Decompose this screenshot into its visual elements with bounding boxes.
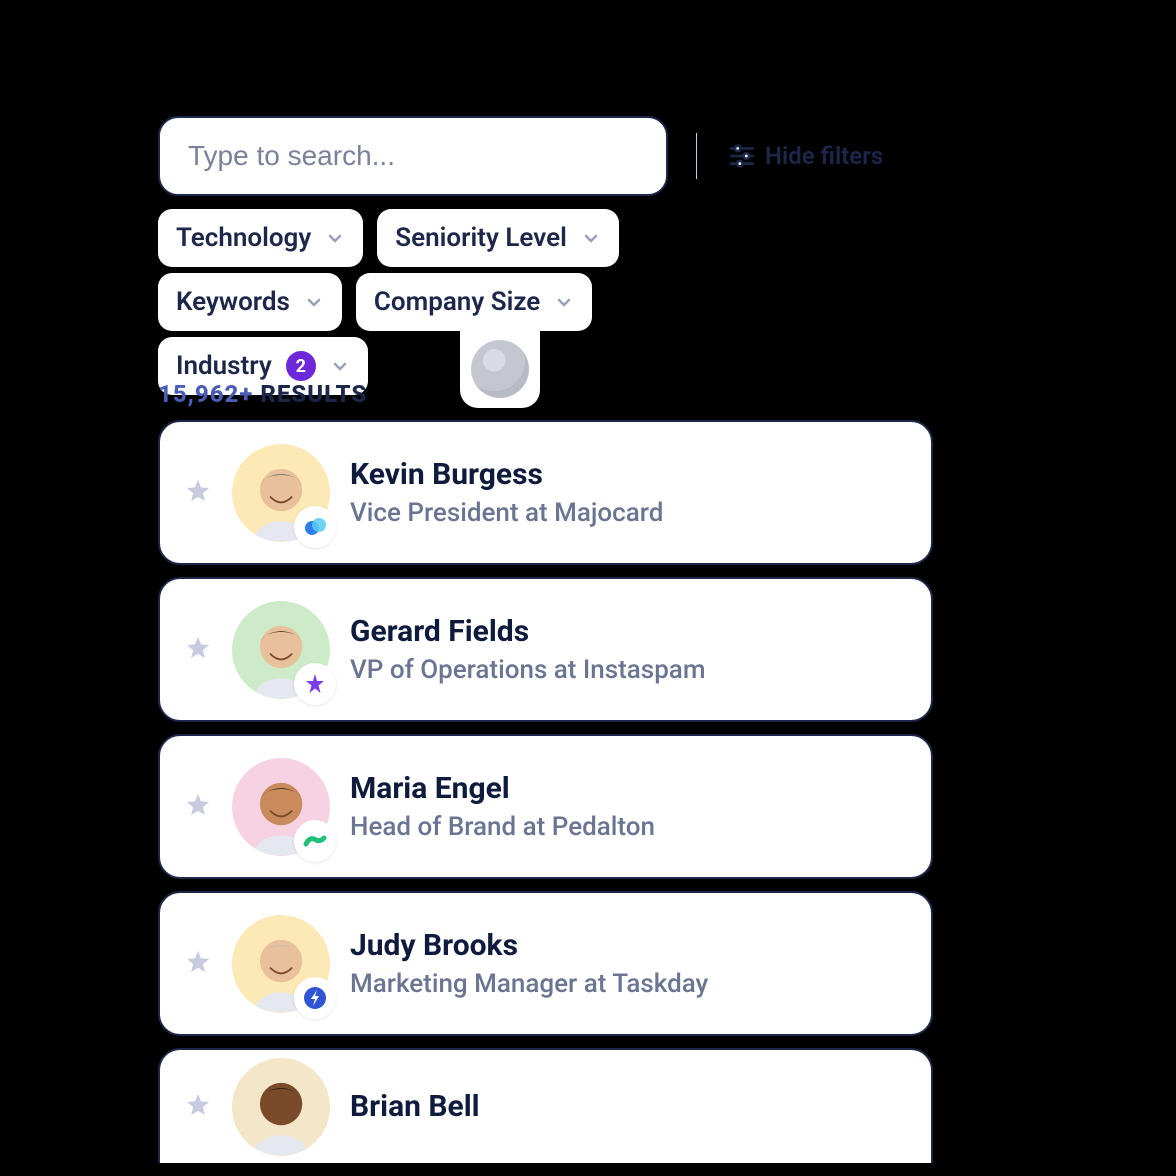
result-card[interactable]: Brian Bell: [158, 1048, 933, 1163]
search-input[interactable]: [158, 116, 668, 196]
search-row: Hide filters: [158, 116, 883, 196]
hide-filters-label: Hide filters: [765, 142, 883, 170]
person-illustration: [237, 1067, 325, 1155]
filter-label: Technology: [176, 223, 311, 253]
chevron-down-icon: [581, 228, 601, 248]
favorite-button[interactable]: [184, 791, 212, 823]
result-card[interactable]: Maria Engel Head of Brand at Pedalton: [158, 734, 933, 879]
favorite-star-icon: [184, 948, 212, 976]
result-name: Brian Bell: [350, 1089, 480, 1124]
result-name: Gerard Fields: [350, 614, 705, 649]
filter-label: Seniority Level: [395, 223, 567, 253]
favorite-star-icon: [184, 634, 212, 662]
favorite-star-icon: [184, 477, 212, 505]
result-info: Brian Bell: [350, 1089, 480, 1124]
result-card[interactable]: Kevin Burgess Vice President at Majocard: [158, 420, 933, 565]
favorite-star-icon: [184, 1091, 212, 1119]
filter-chip[interactable]: Company Size: [356, 273, 592, 331]
filter-chip[interactable]: Seniority Level: [377, 209, 619, 267]
chevron-down-icon: [325, 228, 345, 248]
result-title: VP of Operations at Instaspam: [350, 655, 705, 685]
result-title: Head of Brand at Pedalton: [350, 812, 655, 842]
filter-label: Keywords: [176, 287, 290, 317]
avatar: [232, 915, 330, 1013]
avatar: [232, 1058, 330, 1156]
hide-filters-button[interactable]: Hide filters: [729, 142, 883, 170]
result-info: Judy Brooks Marketing Manager at Taskday: [350, 928, 708, 999]
filter-label: Industry: [176, 351, 272, 381]
result-info: Gerard Fields VP of Operations at Instas…: [350, 614, 705, 685]
results-list: Kevin Burgess Vice President at Majocard…: [158, 420, 933, 1163]
result-card[interactable]: Gerard Fields VP of Operations at Instas…: [158, 577, 933, 722]
result-info: Kevin Burgess Vice President at Majocard: [350, 457, 663, 528]
results-count-number: 15,962+: [158, 380, 253, 408]
divider: [696, 133, 697, 179]
avatar: [232, 758, 330, 856]
result-name: Maria Engel: [350, 771, 655, 806]
avatar-badge-icon: [294, 977, 336, 1019]
filter-icon: [729, 144, 755, 168]
results-count: 15,962+ RESULTS: [158, 380, 367, 408]
decorative-circle: [471, 340, 529, 398]
favorite-button[interactable]: [184, 948, 212, 980]
avatar: [232, 444, 330, 542]
chevron-down-icon: [330, 356, 350, 376]
result-name: Judy Brooks: [350, 928, 708, 963]
favorite-button[interactable]: [184, 1091, 212, 1123]
results-count-label: RESULTS: [260, 380, 367, 408]
result-name: Kevin Burgess: [350, 457, 663, 492]
filter-badge: 2: [286, 351, 316, 381]
favorite-button[interactable]: [184, 477, 212, 509]
favorite-button[interactable]: [184, 634, 212, 666]
result-title: Vice President at Majocard: [350, 498, 663, 528]
filter-chip[interactable]: Technology: [158, 209, 363, 267]
avatar-badge-icon: [294, 663, 336, 705]
chevron-down-icon: [554, 292, 574, 312]
favorite-star-icon: [184, 791, 212, 819]
result-title: Marketing Manager at Taskday: [350, 969, 708, 999]
result-info: Maria Engel Head of Brand at Pedalton: [350, 771, 655, 842]
filter-chip[interactable]: Keywords: [158, 273, 342, 331]
avatar: [232, 601, 330, 699]
avatar-badge-icon: [294, 506, 336, 548]
result-card[interactable]: Judy Brooks Marketing Manager at Taskday: [158, 891, 933, 1036]
chevron-down-icon: [304, 292, 324, 312]
avatar-badge-icon: [294, 820, 336, 862]
app-canvas: Hide filters Technology Seniority Level Ke…: [0, 0, 1176, 1176]
decorative-avatar-fragment: [460, 330, 540, 408]
filter-label: Company Size: [374, 287, 540, 317]
